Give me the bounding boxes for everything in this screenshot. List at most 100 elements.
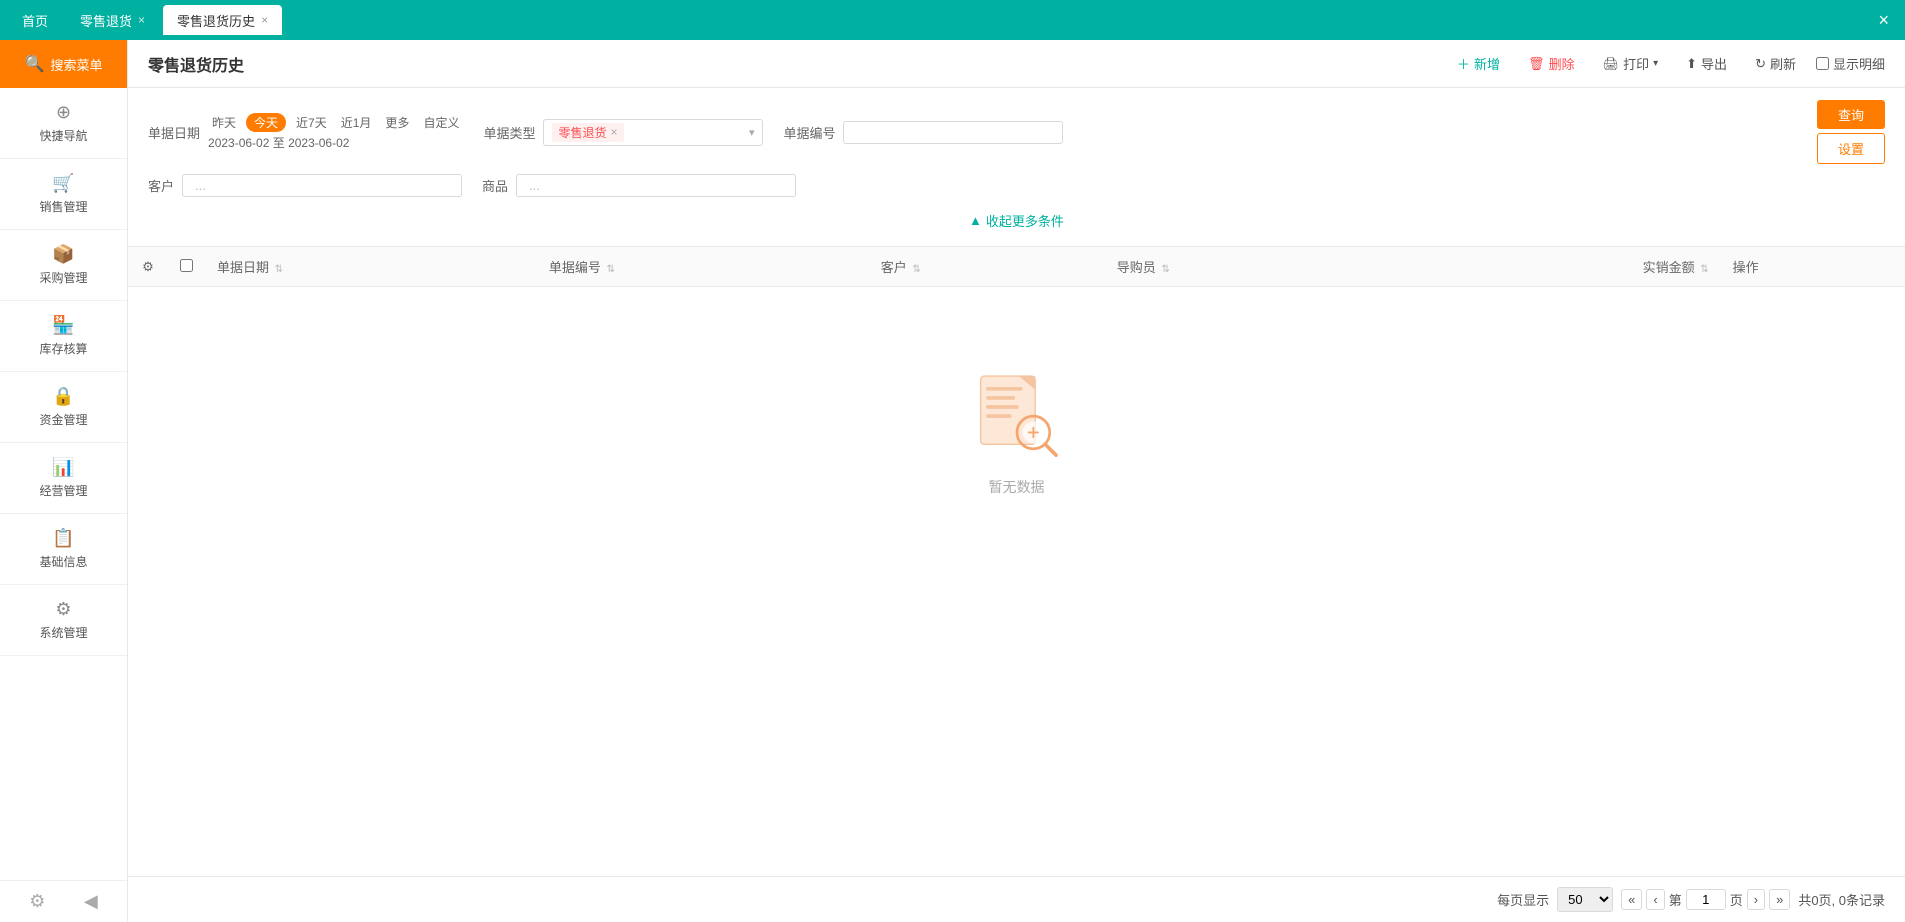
date-range-display: 2023-06-02 至 2023-06-02 <box>208 134 463 151</box>
tab-home-label: 首页 <box>22 11 48 30</box>
sidebar-item-purchase-mgmt[interactable]: 📦 采购管理 <box>0 230 127 301</box>
th-customer[interactable]: 客户 ⇅ <box>869 247 1105 287</box>
filter-row-1: 单据日期 昨天 今天 近7天 近1月 更多 自定义 2023-06-02 至 2… <box>148 100 1885 164</box>
table-body: 暂无数据 <box>128 287 1905 578</box>
th-guide[interactable]: 导购员 ⇅ <box>1105 247 1389 287</box>
page-last-btn[interactable]: » <box>1769 889 1790 910</box>
page-title: 零售退货历史 <box>148 52 244 76</box>
system-mgmt-icon: ⚙ <box>55 599 71 620</box>
page-first-btn[interactable]: « <box>1621 889 1642 910</box>
sidebar-item-stock-mgmt-label: 库存核算 <box>39 340 87 357</box>
sidebar-item-sales-mgmt-label: 销售管理 <box>39 198 87 215</box>
tab-retail-return[interactable]: 零售退货 × <box>66 5 159 35</box>
filter-number-input[interactable] <box>843 121 1063 144</box>
delete-icon: 🗑 <box>1528 56 1545 72</box>
collapse-filter-btn[interactable]: ▲ 收起更多条件 <box>148 207 1885 234</box>
filter-goods: 商品 ... <box>482 174 796 197</box>
setting-button[interactable]: 设置 <box>1817 133 1885 164</box>
date-custom[interactable]: 自定义 <box>419 113 463 132</box>
date-more[interactable]: 更多 <box>381 113 413 132</box>
sidebar-item-basic-info-label: 基础信息 <box>39 553 87 570</box>
show-detail-toggle[interactable]: 显示明细 <box>1816 54 1885 73</box>
tab-retail-return-history-close[interactable]: × <box>261 13 268 27</box>
print-label: 打印 <box>1623 54 1649 73</box>
total-info: 共0页, 0条记录 <box>1798 890 1885 909</box>
close-all-btn[interactable]: × <box>1870 10 1897 30</box>
purchase-mgmt-icon: 📦 <box>52 244 74 265</box>
data-table: ⚙ 单据日期 ⇅ 单据编号 ⇅ <box>128 247 1905 577</box>
th-number-label: 单据编号 <box>549 260 601 275</box>
page-unit: 页 <box>1730 890 1743 909</box>
filter-date: 单据日期 昨天 今天 近7天 近1月 更多 自定义 2023-06-02 至 2… <box>148 113 463 151</box>
th-customer-sort: ⇅ <box>912 264 920 275</box>
th-guide-sort: ⇅ <box>1161 264 1169 275</box>
sidebar-item-operation-mgmt[interactable]: 📊 经营管理 <box>0 443 127 514</box>
sidebar-item-purchase-mgmt-label: 采购管理 <box>39 269 87 286</box>
filter-goods-select[interactable]: ... <box>516 174 796 197</box>
page-label: 第 <box>1669 890 1682 909</box>
filter-type-tag: 零售退货 × <box>552 123 623 142</box>
collapse-label: 收起更多条件 <box>986 211 1064 230</box>
query-button[interactable]: 查询 <box>1817 100 1885 129</box>
filter-type-tag-close[interactable]: × <box>610 125 617 139</box>
tab-bar-right: × <box>1870 10 1897 31</box>
date-today[interactable]: 今天 <box>246 113 286 132</box>
page-number-input[interactable] <box>1686 889 1726 910</box>
th-date[interactable]: 单据日期 ⇅ <box>205 247 537 287</box>
show-detail-checkbox[interactable] <box>1816 57 1829 70</box>
export-label: 导出 <box>1701 54 1727 73</box>
sidebar-item-system-mgmt[interactable]: ⚙ 系统管理 <box>0 585 127 656</box>
filter-number-label: 单据编号 <box>783 123 835 142</box>
sidebar-footer: ⚙ ◀ <box>0 880 127 922</box>
th-checkbox[interactable] <box>168 247 205 287</box>
select-all-checkbox[interactable] <box>180 259 193 272</box>
sidebar: 🔍 搜索菜单 ⊕ 快捷导航 🛒 销售管理 📦 采购管理 🏪 库存核算 🔒 资金管… <box>0 40 128 922</box>
finance-mgmt-icon: 🔒 <box>52 386 74 407</box>
page-size-select[interactable]: 50 100 200 <box>1557 887 1613 912</box>
th-action: 操作 <box>1721 247 1905 287</box>
tab-retail-return-history-label: 零售退货历史 <box>177 11 255 30</box>
sidebar-item-basic-info[interactable]: 📋 基础信息 <box>0 514 127 585</box>
date-yesterday[interactable]: 昨天 <box>208 113 240 132</box>
sidebar-search[interactable]: 🔍 搜索菜单 <box>0 40 127 88</box>
sidebar-item-sales-mgmt[interactable]: 🛒 销售管理 <box>0 159 127 230</box>
operation-mgmt-icon: 📊 <box>52 457 74 478</box>
page-next-btn[interactable]: › <box>1747 889 1765 910</box>
empty-text: 暂无数据 <box>989 477 1045 497</box>
filter-customer-select[interactable]: ... <box>182 174 462 197</box>
print-icon: 🖨 <box>1603 56 1620 72</box>
sidebar-settings-icon[interactable]: ⚙ <box>29 891 45 912</box>
add-button[interactable]: ＋ 新增 <box>1449 50 1508 77</box>
th-amount-sort: ⇅ <box>1700 264 1708 275</box>
tab-retail-return-history[interactable]: 零售退货历史 × <box>163 5 282 35</box>
filter-customer-label: 客户 <box>148 176 174 195</box>
sidebar-item-quick-nav[interactable]: ⊕ 快捷导航 <box>0 88 127 159</box>
content-area: 零售退货历史 ＋ 新增 🗑 删除 🖨 打印 ▾ ⬆ 导出 <box>128 40 1905 922</box>
tab-retail-return-close[interactable]: × <box>138 13 145 27</box>
toolbar: ＋ 新增 🗑 删除 🖨 打印 ▾ ⬆ 导出 ↻ 刷新 <box>1449 50 1885 77</box>
table-container: ⚙ 单据日期 ⇅ 单据编号 ⇅ <box>128 247 1905 876</box>
th-guide-label: 导购员 <box>1117 260 1156 275</box>
sidebar-item-finance-mgmt[interactable]: 🔒 资金管理 <box>0 372 127 443</box>
sidebar-collapse-icon[interactable]: ◀ <box>84 891 98 912</box>
refresh-button[interactable]: ↻ 刷新 <box>1747 50 1804 77</box>
tab-home[interactable]: 首页 <box>8 5 62 35</box>
date-7days[interactable]: 近7天 <box>292 113 331 132</box>
filter-type-select[interactable]: 零售退货 × ▾ <box>543 119 763 146</box>
th-customer-label: 客户 <box>881 260 907 275</box>
basic-info-icon: 📋 <box>52 528 74 549</box>
sidebar-item-operation-mgmt-label: 经营管理 <box>39 482 87 499</box>
delete-button[interactable]: 🗑 删除 <box>1520 50 1583 77</box>
empty-illustration <box>962 367 1072 467</box>
empty-row: 暂无数据 <box>128 287 1905 578</box>
date-1month[interactable]: 近1月 <box>337 113 376 132</box>
export-button[interactable]: ⬆ 导出 <box>1678 50 1735 77</box>
sidebar-item-stock-mgmt[interactable]: 🏪 库存核算 <box>0 301 127 372</box>
page-prev-btn[interactable]: ‹ <box>1646 889 1664 910</box>
th-number[interactable]: 单据编号 ⇅ <box>537 247 869 287</box>
print-button[interactable]: 🖨 打印 ▾ <box>1595 50 1667 77</box>
sidebar-item-system-mgmt-label: 系统管理 <box>39 624 87 641</box>
th-amount[interactable]: 实销金额 ⇅ <box>1389 247 1721 287</box>
th-number-sort: ⇅ <box>607 264 615 275</box>
th-settings[interactable]: ⚙ <box>128 247 168 287</box>
